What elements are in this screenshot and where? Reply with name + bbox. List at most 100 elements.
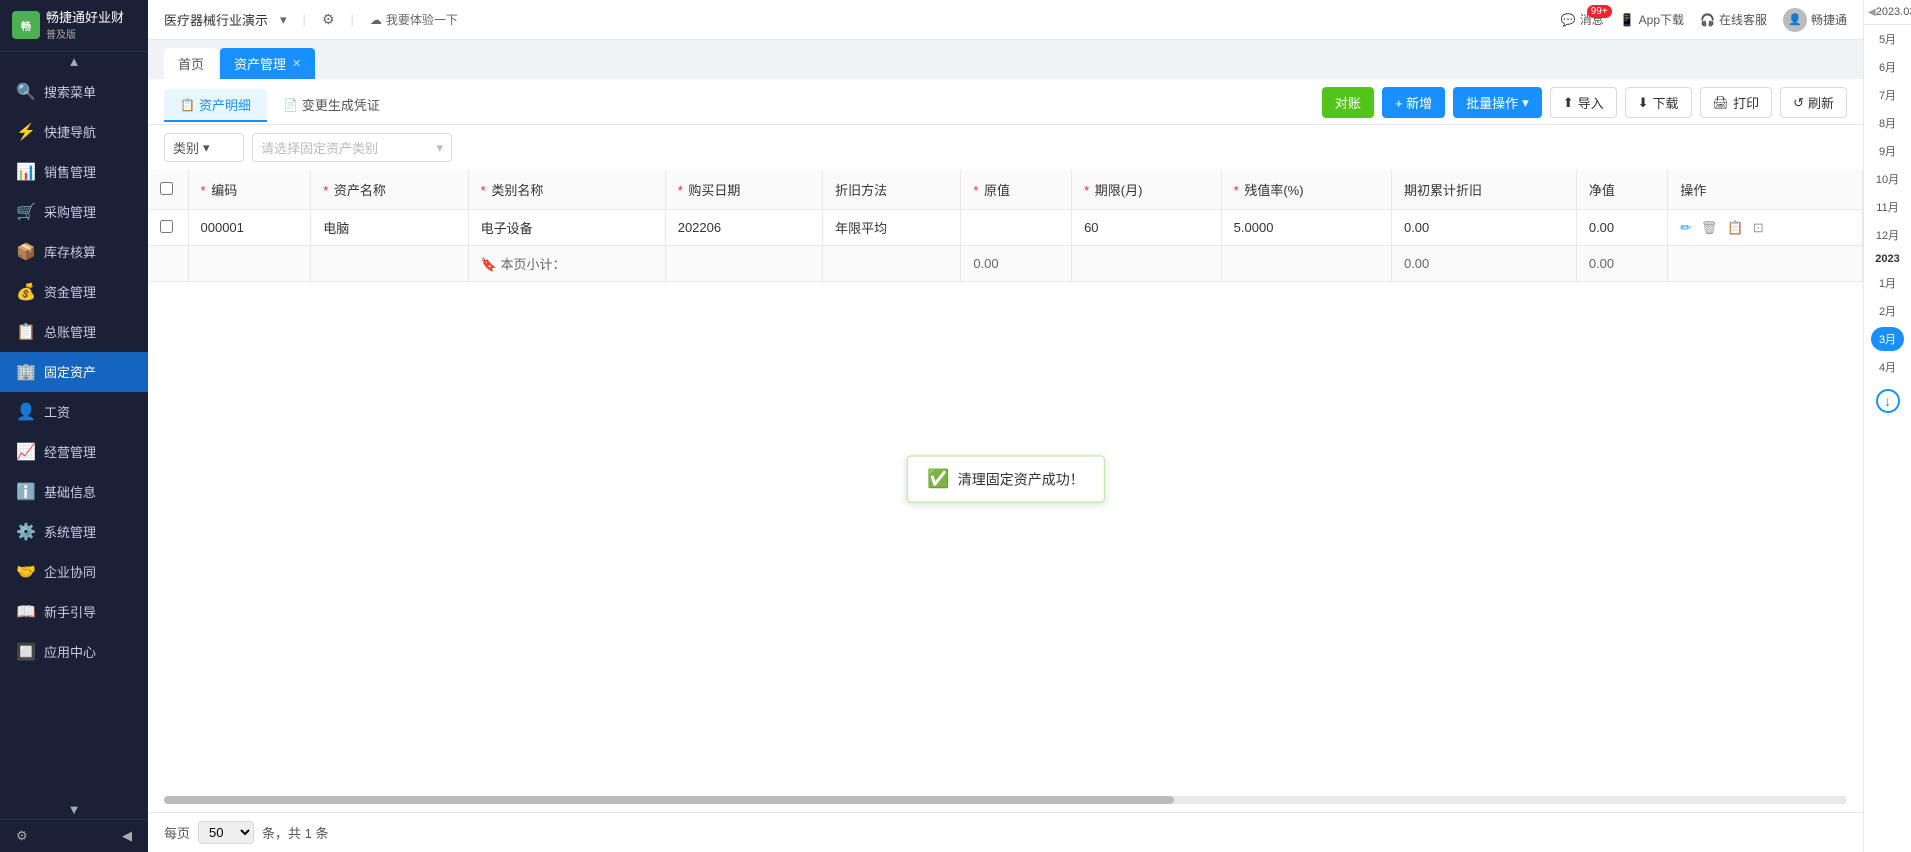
more-icon[interactable]: ⊡ xyxy=(1753,220,1764,235)
new-button[interactable]: + 新增 xyxy=(1382,87,1445,118)
timeline-1[interactable]: 1月 xyxy=(1864,269,1911,297)
settings-gear-icon[interactable]: ⚙ xyxy=(322,11,335,28)
service-button[interactable]: 🎧 在线客服 xyxy=(1700,11,1767,28)
timeline-7[interactable]: 7月 xyxy=(1864,81,1911,109)
print-button[interactable]: 🖨 打印 xyxy=(1700,87,1773,118)
user-avatar-button[interactable]: 👤 畅捷通 xyxy=(1783,8,1847,32)
topbar-right: 💬 消息 99+ 📱 App下载 🎧 在线客服 👤 畅捷通 xyxy=(1561,8,1847,32)
app-label: App下载 xyxy=(1639,11,1684,28)
sidebar-item-label: 固定资产 xyxy=(44,362,96,381)
timeline-2[interactable]: 2月 xyxy=(1864,297,1911,325)
reconcile-button[interactable]: 对账 xyxy=(1322,87,1374,118)
sidebar-item-salary[interactable]: 👤 工资 xyxy=(0,392,148,432)
company-dropdown[interactable]: ▾ xyxy=(280,12,287,28)
row-name: 电脑 xyxy=(311,210,468,246)
th-depreciation-method: 折旧方法 xyxy=(823,170,961,210)
sidebar-item-ledger[interactable]: 📋 总账管理 xyxy=(0,312,148,352)
row-original-value xyxy=(961,210,1072,246)
category-filter-select[interactable]: 类别 ▾ xyxy=(164,133,244,162)
sidebar-item-app-center[interactable]: 🔲 应用中心 xyxy=(0,632,148,672)
timeline-down-icon[interactable]: ↓ xyxy=(1876,389,1900,413)
sidebar-item-label: 销售管理 xyxy=(44,162,96,181)
sidebar-item-quick-nav[interactable]: ⚡ 快捷导航 xyxy=(0,112,148,152)
collapse-icon[interactable]: ◀ xyxy=(122,828,132,844)
print-label: 打印 xyxy=(1733,93,1759,112)
edit-icon[interactable]: ✏ xyxy=(1680,220,1691,235)
topbar: 医疗器械行业演示 ▾ | ⚙ | ☁ 我要体验一下 💬 消息 99+ 📱 App… xyxy=(148,0,1863,40)
sidebar-item-label: 系统管理 xyxy=(44,522,96,541)
sidebar-item-fixed-assets[interactable]: 🏢 固定资产 xyxy=(0,352,148,392)
sidebar-item-management[interactable]: 📈 经营管理 xyxy=(0,432,148,472)
sidebar-item-enterprise[interactable]: 🤝 企业协同 xyxy=(0,552,148,592)
sidebar-scroll-up[interactable]: ▲ xyxy=(0,52,148,72)
sidebar-item-inventory[interactable]: 📦 库存核算 xyxy=(0,232,148,272)
timeline-4[interactable]: 4月 xyxy=(1864,353,1911,381)
timeline-3-current[interactable]: 3月 xyxy=(1871,327,1904,351)
batch-ops-chevron-icon: ▾ xyxy=(1522,95,1529,111)
download-icon: ⬇ xyxy=(1638,95,1649,111)
management-icon: 📈 xyxy=(16,442,36,462)
horizontal-scrollbar[interactable] xyxy=(164,796,1847,804)
refresh-label: 刷新 xyxy=(1808,93,1834,112)
sidebar-item-basic-info[interactable]: ℹ️ 基础信息 xyxy=(0,472,148,512)
row-initial-accumulated: 0.00 xyxy=(1391,210,1576,246)
import-button[interactable]: ⬆ 导入 xyxy=(1550,87,1617,118)
sidebar-item-guide[interactable]: 📖 新手引导 xyxy=(0,592,148,632)
sidebar-item-system[interactable]: ⚙️ 系统管理 xyxy=(0,512,148,552)
inventory-icon: 📦 xyxy=(16,242,36,262)
sales-icon: 📊 xyxy=(16,162,36,182)
row-depreciation-method: 年限平均 xyxy=(823,210,961,246)
sub-tab-label: 变更生成凭证 xyxy=(302,95,380,114)
timeline-8[interactable]: 8月 xyxy=(1864,109,1911,137)
sidebar-item-purchase[interactable]: 🛒 采购管理 xyxy=(0,192,148,232)
service-label: 在线客服 xyxy=(1719,11,1767,28)
toast-notification: ✅ 清理固定资产成功！ xyxy=(906,456,1104,503)
sidebar-nav: 🔍 搜索菜单 ⚡ 快捷导航 📊 销售管理 🛒 采购管理 📦 库存核算 💰 资金管… xyxy=(0,72,148,799)
timeline-9[interactable]: 9月 xyxy=(1864,137,1911,165)
content-area: 📋 资产明细 📄 变更生成凭证 对账 + 新增 批量操作 ▾ ⬆ 导入 xyxy=(148,79,1863,852)
sub-tab-asset-detail[interactable]: 📋 资产明细 xyxy=(164,89,267,122)
sidebar-bottom: ⚙ ◀ xyxy=(0,819,148,852)
tab-assets-mgmt[interactable]: 资产管理 ✕ xyxy=(220,48,315,79)
timeline-12[interactable]: 12月 xyxy=(1864,221,1911,249)
sub-tab-generate-voucher[interactable]: 📄 变更生成凭证 xyxy=(267,89,396,122)
download-button[interactable]: ⬇ 下载 xyxy=(1625,87,1692,118)
logo-main-text: 畅捷通好业财 xyxy=(46,10,124,26)
timeline-11[interactable]: 11月 xyxy=(1864,193,1911,221)
category-label: 类别 xyxy=(173,138,199,157)
row-checkbox[interactable] xyxy=(160,220,173,233)
sidebar-scroll-down[interactable]: ▼ xyxy=(0,799,148,819)
batch-ops-button[interactable]: 批量操作 ▾ xyxy=(1453,87,1542,118)
delete-icon[interactable]: 🗑 xyxy=(1701,220,1718,235)
row-residual-rate: 5.0000 xyxy=(1221,210,1391,246)
experience-button[interactable]: ☁ 我要体验一下 xyxy=(370,11,458,28)
app-download-button[interactable]: 📱 App下载 xyxy=(1620,11,1684,28)
sidebar-item-capital[interactable]: 💰 资金管理 xyxy=(0,272,148,312)
sidebar-item-label: 总账管理 xyxy=(44,322,96,341)
sidebar-item-search[interactable]: 🔍 搜索菜单 xyxy=(0,72,148,112)
th-residual-rate: * 残值率(%) xyxy=(1221,170,1391,210)
select-all-checkbox[interactable] xyxy=(160,182,173,195)
copy-icon[interactable]: 📋 xyxy=(1727,220,1743,235)
timeline-6[interactable]: 6月 xyxy=(1864,53,1911,81)
topbar-separator2: | xyxy=(351,12,354,27)
per-page-select[interactable]: 50 100 200 xyxy=(198,821,254,844)
assets-table: * 编码 * 资产名称 * 类别名称 * 购买日 xyxy=(148,170,1863,282)
message-button[interactable]: 💬 消息 99+ xyxy=(1561,11,1604,28)
settings-icon[interactable]: ⚙ xyxy=(16,828,28,844)
category-input[interactable]: 请选择固定资产类别 ▾ xyxy=(252,133,452,162)
refresh-button[interactable]: ↺ 刷新 xyxy=(1780,87,1847,118)
sidebar-item-label: 搜索菜单 xyxy=(44,82,96,101)
table-row: 000001 电脑 电子设备 202206 年限平均 60 5.0000 0.0… xyxy=(148,210,1863,246)
timeline-5[interactable]: 5月 xyxy=(1864,25,1911,53)
sidebar-item-sales[interactable]: 📊 销售管理 xyxy=(0,152,148,192)
tab-home-label: 首页 xyxy=(178,54,204,73)
timeline-10[interactable]: 10月 xyxy=(1864,165,1911,193)
row-actions: ✏ 🗑 📋 ⊡ xyxy=(1668,210,1863,246)
print-icon: 🖨 xyxy=(1713,95,1730,111)
dropdown-arrow-icon: ▾ xyxy=(436,140,443,156)
panel-left-chevron-icon[interactable]: ◀ xyxy=(1868,7,1876,18)
tab-home[interactable]: 首页 xyxy=(164,48,218,79)
tab-close-icon[interactable]: ✕ xyxy=(292,57,301,70)
th-net-value: 净值 xyxy=(1576,170,1668,210)
